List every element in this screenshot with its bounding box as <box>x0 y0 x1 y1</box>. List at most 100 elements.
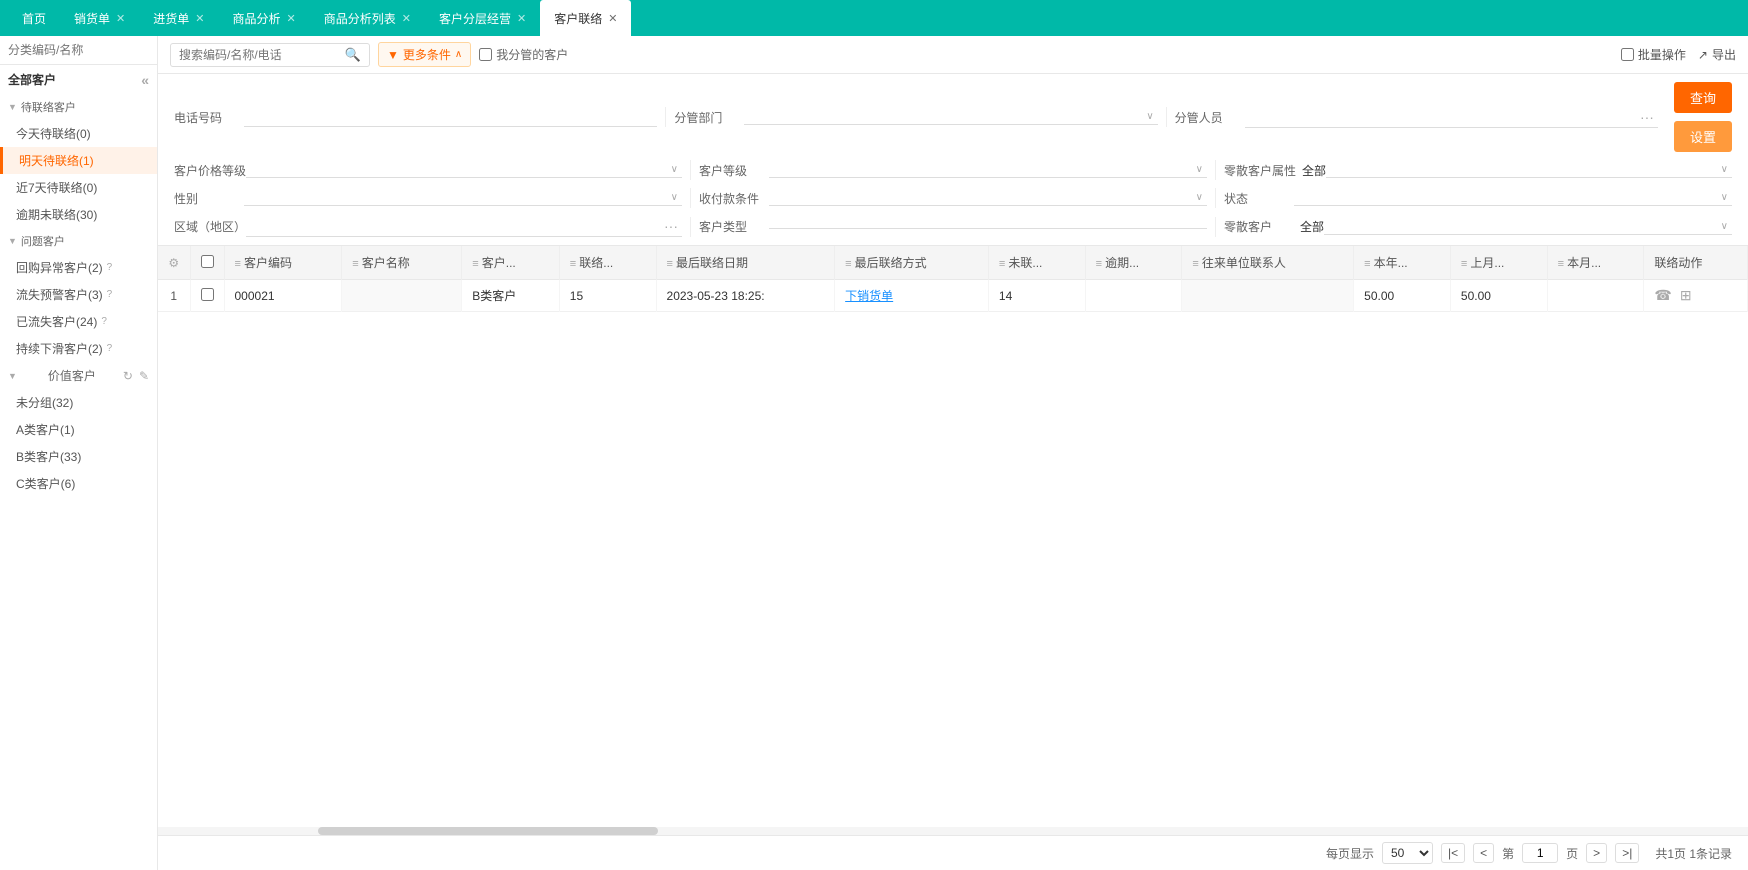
nav-goods-list-close[interactable]: ✕ <box>402 12 411 25</box>
scroll-thumb[interactable] <box>318 827 658 835</box>
nav-customer-tier-close[interactable]: ✕ <box>517 12 526 25</box>
filter-price-level-select[interactable]: ∨ <box>246 162 682 178</box>
th-this-month[interactable]: 本月... <box>1547 246 1644 280</box>
page-first-btn[interactable]: |< <box>1441 843 1465 863</box>
th-contact-person[interactable]: 往来单位联系人 <box>1182 246 1354 280</box>
filter-dept-select[interactable]: ∨ <box>744 109 1157 125</box>
filter-phone-input[interactable] <box>244 108 657 127</box>
filter-retail-customer-select[interactable]: ∨ <box>1324 219 1732 235</box>
sidebar-all-customers[interactable]: 全部客户 « <box>0 65 157 94</box>
sidebar-item-class-a[interactable]: A类客户(1) <box>0 416 157 443</box>
filter-retail-customer: 零散客户 全部 ∨ <box>1224 218 1732 235</box>
sidebar-item-overdue[interactable]: 逾期未联络(30) <box>0 201 157 228</box>
th-uncontacted[interactable]: 未联... <box>988 246 1085 280</box>
nav-purchase-close[interactable]: ✕ <box>195 12 204 25</box>
my-customer-checkbox[interactable]: 我分管的客户 <box>479 46 568 63</box>
table-row: 1 000021 B类客户 15 2023-05-23 18:25: 下销货单 … <box>158 280 1748 312</box>
filter-panel: 电话号码 分管部门 ∨ 分管人员 ··· <box>158 74 1748 246</box>
nav-goods-list[interactable]: 商品分析列表 ✕ <box>310 0 425 36</box>
filter-status-select[interactable]: ∨ <box>1294 190 1732 206</box>
sidebar-group-value[interactable]: 价值客户 ↻ ✎ <box>0 362 157 389</box>
filter-customer-level-select[interactable]: ∨ <box>769 162 1207 178</box>
td-checkbox <box>190 280 224 312</box>
table-header-row: ⚙ 客户编码 客户名称 客户... 联络... 最后联络日期 最后联络方式 未联… <box>158 246 1748 280</box>
page-prev-btn[interactable]: < <box>1473 843 1494 863</box>
nav-goods-analysis[interactable]: 商品分析 ✕ <box>218 0 309 36</box>
sidebar-item-7days[interactable]: 近7天待联络(0) <box>0 174 157 201</box>
set-btn[interactable]: 设置 <box>1674 121 1732 152</box>
sidebar-group-pending[interactable]: 待联络客户 <box>0 94 157 120</box>
sidebar-item-churn-warning[interactable]: 流失预警客户(3) ? <box>0 281 157 308</box>
query-btn[interactable]: 查询 <box>1674 82 1732 113</box>
row-checkbox[interactable] <box>201 288 214 301</box>
page-size-select[interactable]: 50 100 200 <box>1382 842 1433 864</box>
filter-area-select[interactable]: ··· <box>246 216 682 237</box>
sidebar-item-ungrouped[interactable]: 未分组(32) <box>0 389 157 416</box>
nav-sales-close[interactable]: ✕ <box>116 12 125 25</box>
filter-manager-select[interactable]: ··· <box>1245 107 1658 128</box>
filter-gender-select[interactable]: ∨ <box>244 190 682 206</box>
page-num-input[interactable] <box>1522 843 1558 863</box>
toolbar-right: 批量操作 ↗ 导出 <box>1621 46 1736 63</box>
td-name <box>342 280 462 312</box>
nav-customer-tier[interactable]: 客户分层经营 ✕ <box>425 0 540 36</box>
filter-status: 状态 ∨ <box>1224 190 1732 207</box>
search-box: 🔍 <box>170 43 370 67</box>
batch-checkbox[interactable] <box>1621 48 1634 61</box>
filter-retail-attr-select[interactable]: ∨ <box>1326 162 1732 178</box>
value-refresh-icon[interactable]: ↻ <box>123 369 133 383</box>
select-all-checkbox[interactable] <box>201 255 214 268</box>
nav-customer-contact-close[interactable]: ✕ <box>608 12 617 25</box>
search-input[interactable] <box>179 48 345 62</box>
filter-payment-select[interactable]: ∨ <box>769 190 1207 206</box>
my-customer-check[interactable] <box>479 48 492 61</box>
table-scrollbar[interactable] <box>158 827 1748 835</box>
table-settings-icon[interactable]: ⚙ <box>168 256 179 270</box>
th-this-year[interactable]: 本年... <box>1354 246 1451 280</box>
sidebar-item-tomorrow[interactable]: 明天待联络(1) <box>0 147 157 174</box>
search-icon[interactable]: 🔍 <box>345 47 361 63</box>
nav-sales[interactable]: 销货单 ✕ <box>60 0 139 36</box>
top-nav: 首页 销货单 ✕ 进货单 ✕ 商品分析 ✕ 商品分析列表 ✕ 客户分层经营 ✕ … <box>0 0 1748 36</box>
sidebar-item-today[interactable]: 今天待联络(0) <box>0 120 157 147</box>
filter-more-btn[interactable]: ▼ 更多条件 ∧ <box>378 42 471 67</box>
filter-row-4: 区域（地区） ··· 客户类型 零散客户 全部 <box>174 216 1732 237</box>
th-type[interactable]: 客户... <box>462 246 560 280</box>
nav-home[interactable]: 首页 <box>8 0 60 36</box>
page-last-btn[interactable]: >| <box>1615 843 1639 863</box>
th-last-month[interactable]: 上月... <box>1450 246 1547 280</box>
th-last-method[interactable]: 最后联络方式 <box>835 246 989 280</box>
filter-retail-attr: 零散客户属性 全部 ∨ <box>1224 162 1732 179</box>
sidebar-item-class-c[interactable]: C类客户(6) <box>0 470 157 497</box>
th-last-date[interactable]: 最后联络日期 <box>656 246 835 280</box>
sidebar-item-declining[interactable]: 持续下滑客户(2) ? <box>0 335 157 362</box>
filter-price-level: 客户价格等级 ∨ <box>174 162 682 179</box>
page-next-btn[interactable]: > <box>1586 843 1607 863</box>
last-method-link[interactable]: 下销货单 <box>845 289 893 303</box>
sidebar-item-class-b[interactable]: B类客户(33) <box>0 443 157 470</box>
th-name[interactable]: 客户名称 <box>342 246 462 280</box>
export-btn[interactable]: ↗ 导出 <box>1698 46 1736 63</box>
footer: 每页显示 50 100 200 |< < 第 页 > >| 共1页 1条记录 <box>158 835 1748 870</box>
th-contact[interactable]: 联络... <box>559 246 656 280</box>
value-edit-icon[interactable]: ✎ <box>139 369 149 383</box>
sidebar-search-input[interactable] <box>8 43 158 57</box>
action-phone-icon[interactable]: ☎ <box>1654 287 1671 304</box>
sidebar-item-repurchase-abnormal[interactable]: 回购异常客户(2) ? <box>0 254 157 281</box>
filter-customer-type-select[interactable] <box>769 224 1207 229</box>
nav-customer-contact[interactable]: 客户联络 ✕ <box>540 0 631 36</box>
sidebar-collapse-icon[interactable]: « <box>141 72 149 88</box>
action-grid-icon[interactable]: ⊞ <box>1680 287 1692 304</box>
batch-op-btn[interactable]: 批量操作 <box>1621 46 1686 63</box>
filter-customer-type: 客户类型 <box>699 218 1207 235</box>
th-code[interactable]: 客户编码 <box>224 246 342 280</box>
nav-goods-analysis-close[interactable]: ✕ <box>287 12 296 25</box>
td-num: 1 <box>158 280 190 312</box>
sidebar-item-churned[interactable]: 已流失客户(24) ? <box>0 308 157 335</box>
area-dots-icon[interactable]: ··· <box>664 218 678 234</box>
gender-arrow: ∨ <box>671 192 678 203</box>
manager-dots-icon[interactable]: ··· <box>1640 109 1654 125</box>
th-overdue[interactable]: 逾期... <box>1085 246 1182 280</box>
sidebar-group-problem[interactable]: 问题客户 <box>0 228 157 254</box>
nav-purchase[interactable]: 进货单 ✕ <box>139 0 218 36</box>
